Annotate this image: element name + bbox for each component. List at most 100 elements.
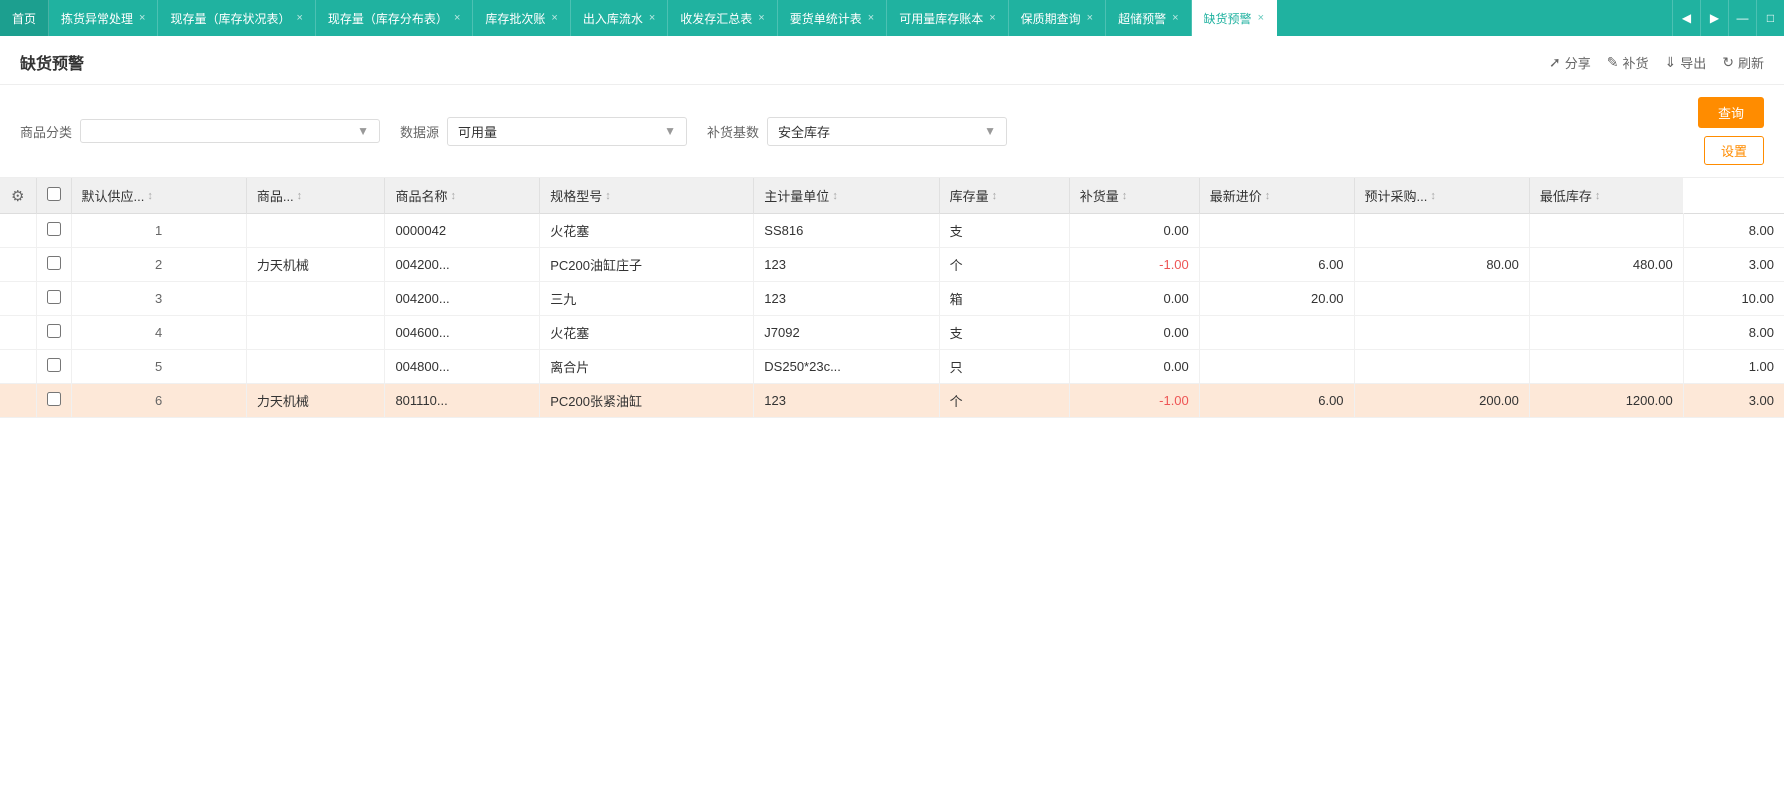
datasource-select[interactable]: 可用量 ▼	[447, 117, 687, 146]
tab-10-close[interactable]: ×	[1172, 12, 1178, 24]
export-button[interactable]: ⇓ 导出	[1665, 53, 1707, 72]
col-name[interactable]: 商品名称 ↕	[385, 178, 540, 214]
col-supplier[interactable]: 默认供应... ↕	[71, 178, 246, 214]
gear-settings-btn[interactable]: ⚙	[11, 187, 24, 205]
tab-1-close[interactable]: ×	[139, 12, 145, 24]
row-unit-4: 只	[939, 350, 1069, 384]
tab-10[interactable]: 超储预警 ×	[1106, 0, 1191, 36]
col-stock-sort[interactable]: 库存量 ↕	[950, 186, 1059, 205]
settings-button[interactable]: 设置	[1704, 136, 1764, 165]
tab-2-close[interactable]: ×	[296, 12, 302, 24]
row-spec-1: 123	[754, 248, 939, 282]
row-num-5: 6	[71, 384, 246, 418]
col-name-sort[interactable]: 商品名称 ↕	[395, 186, 529, 205]
tab-bar: 首页 拣货异常处理 × 现存量（库存状况表） × 现存量（库存分布表） × 库存…	[0, 0, 1784, 36]
tab-7-label: 要货单统计表	[790, 10, 862, 27]
col-latest-price-sort-icon: ↕	[1265, 190, 1271, 202]
tab-4-close[interactable]: ×	[551, 12, 557, 24]
tab-2[interactable]: 现存量（库存状况表） ×	[158, 0, 315, 36]
row-checkbox-2[interactable]	[47, 290, 61, 304]
col-select-all[interactable]	[36, 178, 71, 214]
col-spec-sort[interactable]: 规格型号 ↕	[550, 186, 743, 205]
col-unit[interactable]: 主计量单位 ↕	[754, 178, 939, 214]
table-row: 4 004600... 火花塞 J7092 支 0.00 8.00	[0, 316, 1784, 350]
col-replenish-label: 补货量	[1080, 186, 1119, 205]
tab-1[interactable]: 拣货异常处理 ×	[49, 0, 158, 36]
row-replenish-2: 20.00	[1199, 282, 1354, 316]
tab-home[interactable]: 首页	[0, 0, 49, 36]
row-checkbox-cell-5[interactable]	[36, 384, 71, 418]
row-est-purchase-3	[1529, 316, 1683, 350]
col-latest-price-label: 最新进价	[1210, 186, 1262, 205]
row-num-3: 4	[71, 316, 246, 350]
col-est-purchase[interactable]: 预计采购... ↕	[1354, 178, 1529, 214]
refresh-button[interactable]: ↻ 刷新	[1722, 53, 1764, 72]
tab-6[interactable]: 收发存汇总表 ×	[668, 0, 777, 36]
tab-next-btn[interactable]: ▶	[1700, 0, 1728, 36]
row-supplier-2	[246, 282, 385, 316]
col-replenish[interactable]: 补货量 ↕	[1069, 178, 1199, 214]
tab-11-close[interactable]: ×	[1258, 12, 1264, 24]
row-spec-0: SS816	[754, 214, 939, 248]
tab-minimize-btn[interactable]: —	[1728, 0, 1756, 36]
col-stock[interactable]: 库存量 ↕	[939, 178, 1069, 214]
col-min-stock-sort[interactable]: 最低库存 ↕	[1540, 186, 1673, 205]
row-checkbox-5[interactable]	[47, 392, 61, 406]
col-replenish-sort[interactable]: 补货量 ↕	[1080, 186, 1189, 205]
row-checkbox-cell-1[interactable]	[36, 248, 71, 282]
row-stock-2: 0.00	[1069, 282, 1199, 316]
col-code-sort[interactable]: 商品... ↕	[257, 186, 375, 205]
row-checkbox-0[interactable]	[47, 222, 61, 236]
tab-6-close[interactable]: ×	[758, 12, 764, 24]
col-name-sort-icon: ↕	[450, 190, 456, 202]
row-min-stock-4: 1.00	[1683, 350, 1784, 384]
tab-7[interactable]: 要货单统计表 ×	[778, 0, 887, 36]
datasource-select-arrow: ▼	[664, 124, 676, 138]
row-checkbox-4[interactable]	[47, 358, 61, 372]
tab-4[interactable]: 库存批次账 ×	[473, 0, 570, 36]
row-checkbox-cell-4[interactable]	[36, 350, 71, 384]
col-latest-price-sort[interactable]: 最新进价 ↕	[1210, 186, 1344, 205]
category-select[interactable]: ▼	[80, 119, 380, 143]
row-checkbox-cell-3[interactable]	[36, 316, 71, 350]
row-checkbox-cell-2[interactable]	[36, 282, 71, 316]
share-button[interactable]: ➚ 分享	[1549, 53, 1591, 72]
tab-8[interactable]: 可用量库存账本 ×	[887, 0, 1008, 36]
table-row: 2 力天机械 004200... PC200油缸庄子 123 个 -1.00 6…	[0, 248, 1784, 282]
col-code[interactable]: 商品... ↕	[246, 178, 385, 214]
tab-3-close[interactable]: ×	[454, 12, 460, 24]
col-est-purchase-sort[interactable]: 预计采购... ↕	[1365, 186, 1519, 205]
col-min-stock-label: 最低库存	[1540, 186, 1592, 205]
tab-9-close[interactable]: ×	[1087, 12, 1093, 24]
tab-prev-btn[interactable]: ◀	[1672, 0, 1700, 36]
tab-7-close[interactable]: ×	[868, 12, 874, 24]
col-min-stock[interactable]: 最低库存 ↕	[1529, 178, 1683, 214]
tab-maximize-btn[interactable]: □	[1756, 0, 1784, 36]
row-checkbox-cell-0[interactable]	[36, 214, 71, 248]
tab-8-close[interactable]: ×	[989, 12, 995, 24]
tab-3[interactable]: 现存量（库存分布表） ×	[316, 0, 473, 36]
tab-5-close[interactable]: ×	[649, 12, 655, 24]
col-supplier-sort[interactable]: 默认供应... ↕	[82, 186, 236, 205]
col-est-purchase-sort-icon: ↕	[1430, 190, 1436, 202]
tab-9[interactable]: 保质期查询 ×	[1009, 0, 1106, 36]
col-spec[interactable]: 规格型号 ↕	[540, 178, 754, 214]
col-latest-price[interactable]: 最新进价 ↕	[1199, 178, 1354, 214]
col-unit-sort[interactable]: 主计量单位 ↕	[764, 186, 928, 205]
table-row: 6 力天机械 801110... PC200张紧油缸 123 个 -1.00 6…	[0, 384, 1784, 418]
category-select-arrow: ▼	[357, 124, 369, 138]
row-checkbox-1[interactable]	[47, 256, 61, 270]
table-row: 1 0000042 火花塞 SS816 支 0.00 8.00	[0, 214, 1784, 248]
replenish-button[interactable]: ✎ 补货	[1607, 53, 1649, 72]
query-button[interactable]: 查询	[1698, 97, 1764, 128]
row-checkbox-3[interactable]	[47, 324, 61, 338]
replenish-select[interactable]: 安全库存 ▼	[767, 117, 1007, 146]
row-stock-3: 0.00	[1069, 316, 1199, 350]
select-all-checkbox[interactable]	[47, 187, 61, 201]
main-table: ⚙ 默认供应... ↕ 商品... ↕	[0, 178, 1784, 418]
row-num-4: 5	[71, 350, 246, 384]
tab-5[interactable]: 出入库流水 ×	[571, 0, 668, 36]
row-latest-price-3	[1354, 316, 1529, 350]
tab-11[interactable]: 缺货预警 ×	[1192, 0, 1277, 36]
row-latest-price-1: 80.00	[1354, 248, 1529, 282]
